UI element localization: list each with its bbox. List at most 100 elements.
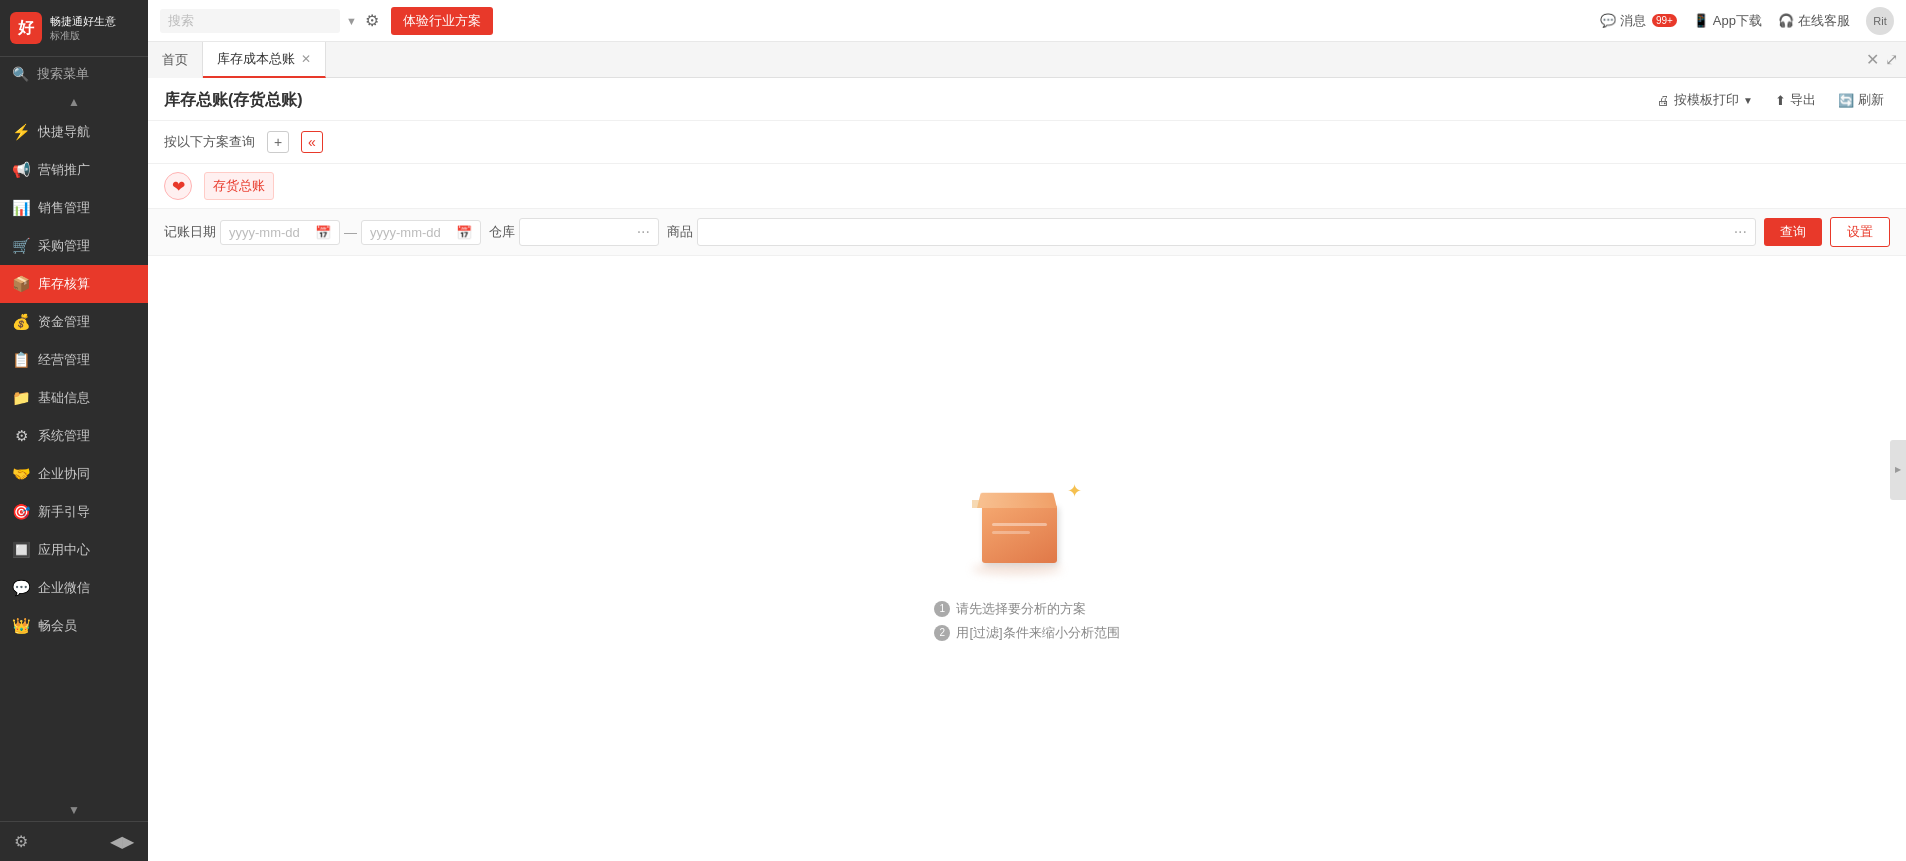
step-1-text: 请先选择要分析的方案	[956, 600, 1086, 618]
sidebar-item-newbie[interactable]: 🎯 新手引导	[0, 493, 148, 531]
purchase-icon: 🛒	[12, 237, 30, 255]
date-filter-group: 记账日期 yyyy-mm-dd 📅 — yyyy-mm-dd 📅	[164, 220, 481, 245]
logo-text: 畅捷通好生意 标准版	[50, 14, 116, 41]
online-service-btn[interactable]: 🎧 在线客服	[1778, 12, 1850, 30]
calendar-start-icon: 📅	[315, 225, 331, 240]
sidebar-item-operations[interactable]: 📋 经营管理	[0, 341, 148, 379]
sidebar-item-purchase[interactable]: 🛒 采购管理	[0, 227, 148, 265]
goods-label: 商品	[667, 223, 693, 241]
export-btn[interactable]: ⬆ 导出	[1769, 88, 1822, 112]
sidebar-item-sales[interactable]: 📊 销售管理	[0, 189, 148, 227]
scheme-icon: ❤	[172, 177, 185, 196]
goods-input[interactable]: ···	[697, 218, 1756, 246]
empty-step-1: 1 请先选择要分析的方案	[934, 600, 1119, 618]
quick-nav-icon: ⚡	[12, 123, 30, 141]
refresh-icon: 🔄	[1838, 93, 1854, 108]
topbar: 搜索 ▼ ⚙ 体验行业方案 💬 消息 99+ 📱 App下载 🎧 在线客服 Ri…	[148, 0, 1906, 42]
main-area: 搜索 ▼ ⚙ 体验行业方案 💬 消息 99+ 📱 App下载 🎧 在线客服 Ri…	[148, 0, 1906, 861]
refresh-btn[interactable]: 🔄 刷新	[1832, 88, 1890, 112]
sidebar-item-inventory[interactable]: 📦 库存核算	[0, 265, 148, 303]
sidebar-item-system[interactable]: ⚙ 系统管理	[0, 417, 148, 455]
sidebar-item-wechat[interactable]: 💬 企业微信	[0, 569, 148, 607]
print-btn[interactable]: 🖨 按模板打印 ▼	[1651, 88, 1759, 112]
calendar-end-icon: 📅	[456, 225, 472, 240]
tab-close-icon[interactable]: ✕	[301, 52, 311, 66]
vip-icon: 👑	[12, 617, 30, 635]
sidebar-item-finance[interactable]: 💰 资金管理	[0, 303, 148, 341]
date-start-input[interactable]: yyyy-mm-dd 📅	[220, 220, 340, 245]
enterprise-icon: 🤝	[12, 465, 30, 483]
empty-state: ✦ 1 请先选择要分析的方案 2 用[过滤]条件来缩小分析范围	[148, 256, 1906, 861]
scheme-tag-icon-btn[interactable]: ❤	[164, 172, 192, 200]
app-icon: 📱	[1693, 13, 1709, 28]
sidebar-item-app-center[interactable]: 🔲 应用中心	[0, 531, 148, 569]
newbie-icon: 🎯	[12, 503, 30, 521]
inventory-icon: 📦	[12, 275, 30, 293]
page-header-actions: 🖨 按模板打印 ▼ ⬆ 导出 🔄 刷新	[1651, 88, 1890, 112]
filter-scheme-tags: ❤ 存货总账	[148, 164, 1906, 209]
topbar-gear-icon[interactable]: ⚙	[365, 11, 379, 30]
basic-info-icon: 📁	[12, 389, 30, 407]
filter-scheme-label: 按以下方案查询	[164, 133, 255, 151]
user-avatar[interactable]: Rit	[1866, 7, 1894, 35]
empty-hints: 1 请先选择要分析的方案 2 用[过滤]条件来缩小分析范围	[934, 600, 1119, 648]
date-separator: —	[344, 225, 357, 240]
goods-more-icon[interactable]: ···	[1734, 223, 1747, 241]
message-icon: 💬	[1600, 13, 1616, 28]
warehouse-more-icon[interactable]: ···	[637, 223, 650, 241]
tab-close-btn[interactable]: ✕	[1866, 50, 1879, 69]
search-menu[interactable]: 🔍 搜索菜单	[0, 57, 148, 91]
topbar-right: 💬 消息 99+ 📱 App下载 🎧 在线客服 Rit	[1600, 7, 1894, 35]
filter-add-btn[interactable]: +	[267, 131, 289, 153]
scheme-label[interactable]: 存货总账	[204, 172, 274, 200]
service-icon: 🎧	[1778, 13, 1794, 28]
sidebar-item-vip[interactable]: 👑 畅会员	[0, 607, 148, 645]
date-end-input[interactable]: yyyy-mm-dd 📅	[361, 220, 481, 245]
toggle-icon[interactable]: ◀▶	[110, 832, 134, 851]
filter-collapse-btn[interactable]: «	[301, 131, 323, 153]
sidebar-logo: 好 畅捷通好生意 标准版	[0, 0, 148, 57]
query-btn[interactable]: 查询	[1764, 218, 1822, 246]
system-icon: ⚙	[12, 427, 30, 445]
content-area: 库存总账(存货总账) 🖨 按模板打印 ▼ ⬆ 导出 🔄 刷新 按以下方案查询	[148, 78, 1906, 861]
marketing-icon: 📢	[12, 161, 30, 179]
print-dropdown-icon: ▼	[1743, 95, 1753, 106]
dropdown-arrow-icon[interactable]: ▼	[346, 15, 357, 27]
filter-scheme-row: 按以下方案查询 + «	[148, 121, 1906, 164]
warehouse-select[interactable]: ···	[519, 218, 659, 246]
warehouse-label: 仓库	[489, 223, 515, 241]
sidebar-nav: ⚡ 快捷导航 📢 营销推广 📊 销售管理 🛒 采购管理 📦 库存核算 💰 资金管…	[0, 113, 148, 799]
right-panel-toggle[interactable]: ▶	[1890, 440, 1906, 500]
warehouse-filter-group: 仓库 ···	[489, 218, 659, 246]
step-2-num: 2	[934, 625, 950, 641]
settings-btn[interactable]: 设置	[1830, 217, 1890, 247]
logo-icon: 好	[10, 12, 42, 44]
step-1-num: 1	[934, 601, 950, 617]
sidebar-item-quick-nav[interactable]: ⚡ 快捷导航	[0, 113, 148, 151]
finance-icon: 💰	[12, 313, 30, 331]
step-2-text: 用[过滤]条件来缩小分析范围	[956, 624, 1119, 642]
tab-home[interactable]: 首页	[148, 42, 203, 78]
sidebar-item-marketing[interactable]: 📢 营销推广	[0, 151, 148, 189]
goods-filter-group: 商品 ···	[667, 218, 1756, 246]
export-icon: ⬆	[1775, 93, 1786, 108]
sales-icon: 📊	[12, 199, 30, 217]
sidebar-item-enterprise[interactable]: 🤝 企业协同	[0, 455, 148, 493]
empty-box-illustration: ✦	[967, 470, 1087, 580]
app-download-btn[interactable]: 📱 App下载	[1693, 12, 1762, 30]
app-center-icon: 🔲	[12, 541, 30, 559]
tab-expand-btn[interactable]: ⤢	[1885, 50, 1898, 69]
industry-btn[interactable]: 体验行业方案	[391, 7, 493, 35]
settings-icon[interactable]: ⚙	[14, 832, 28, 851]
tab-inventory-cost[interactable]: 库存成本总账 ✕	[203, 42, 326, 78]
scroll-down-btn[interactable]: ▼	[0, 799, 148, 821]
scroll-up-btn[interactable]: ▲	[0, 91, 148, 113]
sidebar-item-basic-info[interactable]: 📁 基础信息	[0, 379, 148, 417]
topbar-search[interactable]: 搜索	[160, 9, 340, 33]
page-title: 库存总账(存货总账)	[164, 90, 303, 111]
operations-icon: 📋	[12, 351, 30, 369]
empty-step-2: 2 用[过滤]条件来缩小分析范围	[934, 624, 1119, 642]
sidebar: 好 畅捷通好生意 标准版 🔍 搜索菜单 ▲ ⚡ 快捷导航 📢 营销推广 📊 销售…	[0, 0, 148, 861]
messages-btn[interactable]: 💬 消息 99+	[1600, 12, 1677, 30]
topbar-left: 搜索 ▼ ⚙ 体验行业方案	[160, 7, 1600, 35]
